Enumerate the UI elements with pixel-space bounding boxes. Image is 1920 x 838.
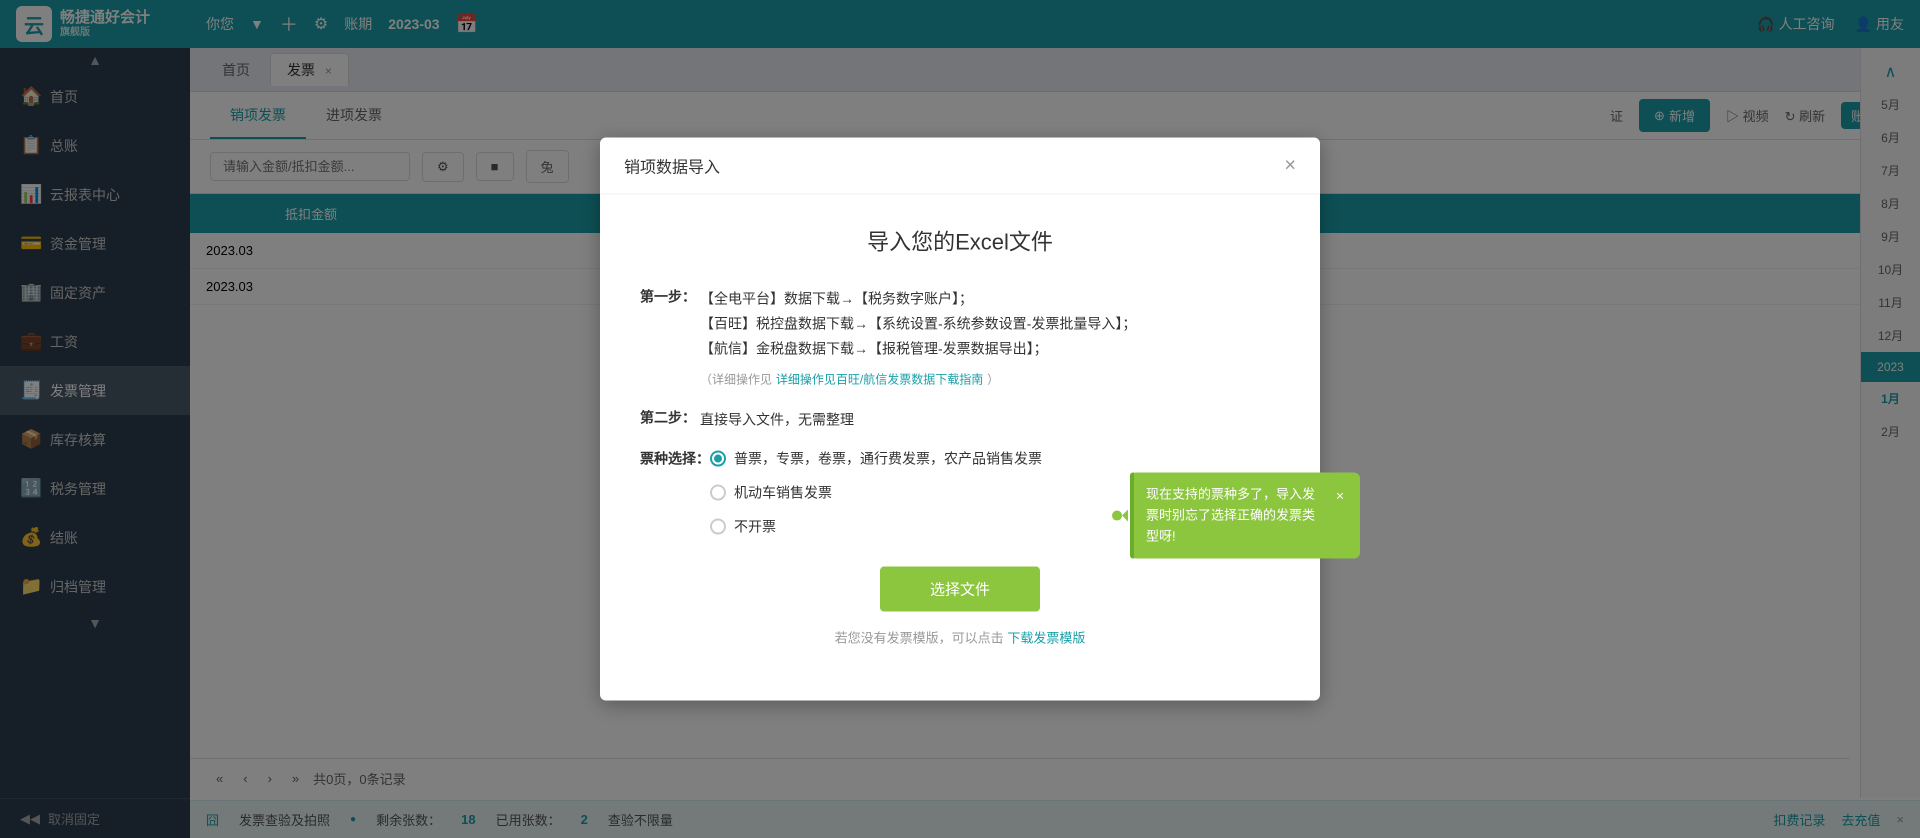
radio-group: 普票，专票，卷票，通行费发票，农产品销售发票 机动车销售发票 × (710, 448, 1042, 536)
radio-no-ticket[interactable]: 不开票 (710, 516, 1042, 536)
radio-normal-circle (710, 450, 726, 466)
modal-close-button[interactable]: × (1284, 154, 1296, 177)
radio-no-ticket-circle (710, 518, 726, 534)
ticket-label: 票种选择： (640, 448, 710, 468)
radio-motor[interactable]: 机动车销售发票 × 现在支持的票种多了，导入发票时别忘了选择正确的发票类型呀! (710, 482, 1042, 502)
tooltip-text: 现在支持的票种多了，导入发票时别忘了选择正确的发票类型呀! (1146, 486, 1315, 543)
tooltip-arrow (1122, 510, 1128, 522)
tooltip-relative: × 现在支持的票种多了，导入发票时别忘了选择正确的发票类型呀! (1130, 472, 1360, 558)
step1-link[interactable]: 详细操作见百旺/航信发票数据下载指南 (776, 372, 983, 386)
radio-motor-label: 机动车销售发票 (734, 482, 832, 502)
tooltip-accent-bar (1130, 472, 1134, 558)
modal-main-title: 导入您的Excel文件 (640, 225, 1280, 257)
step1-content: 【全电平台】数据下载→【税务数字账户】； 【百旺】税控盘数据下载→【系统设置-系… (700, 287, 1136, 392)
step1-row: 第一步： 【全电平台】数据下载→【税务数字账户】； 【百旺】税控盘数据下载→【系… (640, 287, 1280, 392)
step2-content: 直接导入文件，无需整理 (700, 407, 854, 432)
tooltip-dot (1112, 511, 1122, 521)
modal-title: 销项数据导入 (624, 154, 720, 178)
step2-row: 第二步： 直接导入文件，无需整理 (640, 407, 1280, 432)
download-template-link[interactable]: 下载发票模版 (1007, 630, 1085, 645)
step2-label: 第二步： (640, 407, 700, 432)
modal-footer: 若您没有发票模版，可以点击 下载发票模版 (640, 627, 1280, 670)
select-file-button[interactable]: 选择文件 (880, 566, 1040, 611)
radio-no-ticket-label: 不开票 (734, 516, 776, 536)
step1-link-row: （详细操作见 详细操作见百旺/航信发票数据下载指南 ） (700, 366, 1136, 391)
ticket-selection-row: 票种选择： 普票，专票，卷票，通行费发票，农产品销售发票 机动车销售发票 (640, 448, 1280, 536)
radio-motor-circle (710, 484, 726, 500)
modal-body: 导入您的Excel文件 第一步： 【全电平台】数据下载→【税务数字账户】； 【百… (600, 195, 1320, 701)
tooltip-close-btn[interactable]: × (1336, 484, 1344, 506)
step1-line3: 【航信】金税盘数据下载→【报税管理-发票数据导出】； (700, 337, 1136, 362)
step1-line1: 【全电平台】数据下载→【税务数字账户】； (700, 287, 1136, 312)
step1-label: 第一步： (640, 287, 700, 392)
radio-normal[interactable]: 普票，专票，卷票，通行费发票，农产品销售发票 (710, 448, 1042, 468)
step1-line2: 【百旺】税控盘数据下载→【系统设置-系统参数设置-发票批量导入】； (700, 312, 1136, 337)
tooltip-bubble: × 现在支持的票种多了，导入发票时别忘了选择正确的发票类型呀! (1130, 472, 1360, 558)
import-modal: 销项数据导入 × 导入您的Excel文件 第一步： 【全电平台】数据下载→【税务… (600, 138, 1320, 701)
tooltip-container: × 现在支持的票种多了，导入发票时别忘了选择正确的发票类型呀! (1130, 472, 1360, 558)
modal-footer-text: 若您没有发票模版，可以点击 (835, 630, 1004, 645)
modal-header: 销项数据导入 × (600, 138, 1320, 195)
radio-normal-label: 普票，专票，卷票，通行费发票，农产品销售发票 (734, 448, 1042, 468)
